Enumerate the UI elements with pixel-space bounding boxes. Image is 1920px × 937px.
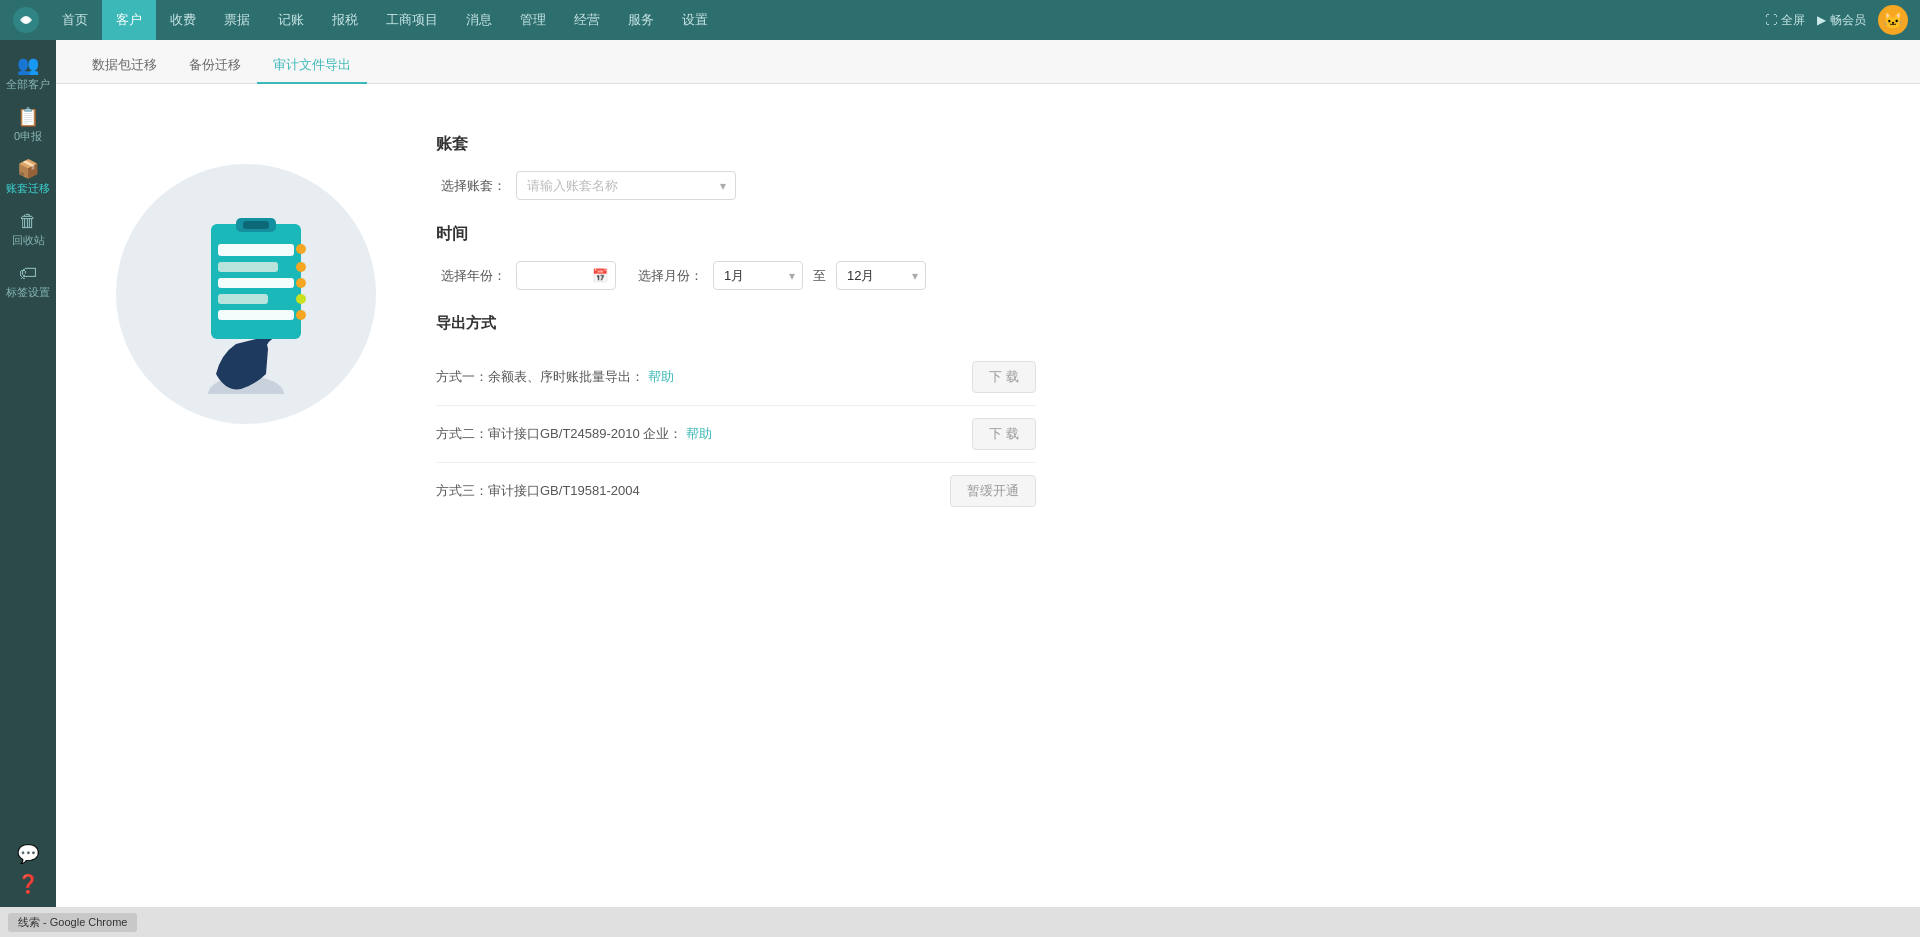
export-method-2-label: 方式二：审计接口GB/T24589-2010 企业： 帮助: [436, 425, 712, 443]
nav-items: 首页 客户 收费 票据 记账 报税 工商项目 消息 管理 经营 服务 设置: [48, 0, 722, 40]
time-separator: 至: [813, 267, 826, 285]
svg-rect-5: [218, 262, 278, 272]
export-method-3-coming-soon-button: 暂缓开通: [950, 475, 1036, 507]
export-method-2: 方式二：审计接口GB/T24589-2010 企业： 帮助 下 载: [436, 406, 1036, 463]
sidebar-bottom: 💬 ❓: [17, 843, 39, 895]
sidebar-item-label-zero-declare: 0申报: [14, 129, 42, 144]
account-form-row: 选择账套： ▾: [436, 171, 1036, 200]
zero-declare-icon: 📋: [17, 108, 39, 126]
nav-invoice[interactable]: 票据: [210, 0, 264, 40]
nav-manage[interactable]: 管理: [506, 0, 560, 40]
time-section-title: 时间: [436, 224, 1036, 245]
sidebar-item-all-clients[interactable]: 👥 全部客户: [0, 48, 56, 100]
nav-client[interactable]: 客户: [102, 0, 156, 40]
member-label: 畅会员: [1830, 12, 1866, 29]
taskbar-chrome-item[interactable]: 线索 - Google Chrome: [8, 913, 137, 932]
export-method-2-help-link[interactable]: 帮助: [686, 426, 712, 441]
member-button[interactable]: ▶ 畅会员: [1817, 12, 1866, 29]
tab-backup-migration[interactable]: 备份迁移: [173, 48, 257, 84]
nav-bookkeeping[interactable]: 记账: [264, 0, 318, 40]
year-input[interactable]: 2023: [516, 261, 616, 290]
account-input[interactable]: [516, 171, 736, 200]
taskbar: 线索 - Google Chrome: [0, 907, 1920, 937]
nav-fee[interactable]: 收费: [156, 0, 210, 40]
recycle-icon: 🗑: [19, 212, 37, 230]
nav-service[interactable]: 服务: [614, 0, 668, 40]
form-area: 账套 选择账套： ▾ 时间 选择年份： 2023 📅 选择月份: [436, 124, 1036, 867]
help-icon[interactable]: ❓: [17, 873, 39, 895]
svg-point-1: [23, 17, 29, 23]
export-method-1-label: 方式一：余额表、序时账批量导出： 帮助: [436, 368, 674, 386]
svg-rect-8: [218, 310, 294, 320]
sidebar-item-label-tag-settings: 标签设置: [6, 285, 50, 300]
svg-point-12: [296, 294, 306, 304]
sidebar-item-recycle[interactable]: 🗑 回收站: [0, 204, 56, 256]
export-method-3-label: 方式三：审计接口GB/T19581-2004: [436, 482, 640, 500]
end-month-select[interactable]: 1月2月3月 4月5月6月 7月8月9月 10月11月12月: [836, 261, 926, 290]
nav-operate[interactable]: 经营: [560, 0, 614, 40]
year-input-wrapper: 2023 📅: [516, 261, 616, 290]
sidebar-item-label-all-clients: 全部客户: [6, 77, 50, 92]
app-logo: [8, 2, 44, 38]
export-method-1-download-button[interactable]: 下 载: [972, 361, 1036, 393]
export-method-1-help-link[interactable]: 帮助: [648, 369, 674, 384]
tab-audit-export[interactable]: 审计文件导出: [257, 48, 367, 84]
content-area: 数据包迁移 备份迁移 审计文件导出: [56, 40, 1920, 907]
all-clients-icon: 👥: [17, 56, 39, 74]
export-section: 导出方式 方式一：余额表、序时账批量导出： 帮助 下 载 方式二：审计接口GB/…: [436, 314, 1036, 519]
start-month-select[interactable]: 1月2月3月 4月5月6月 7月8月9月 10月11月12月: [713, 261, 803, 290]
fullscreen-label: 全屏: [1781, 12, 1805, 29]
main-layout: 👥 全部客户 📋 0申报 📦 账套迁移 🗑 回收站 🏷 标签设置 💬 ❓ 数据包…: [0, 40, 1920, 907]
month-label: 选择月份：: [638, 267, 703, 285]
account-section-title: 账套: [436, 134, 1036, 155]
sidebar-item-zero-declare[interactable]: 📋 0申报: [0, 100, 56, 152]
svg-point-10: [296, 262, 306, 272]
member-icon: ▶: [1817, 13, 1826, 27]
svg-rect-7: [218, 294, 268, 304]
sidebar-item-tag-settings[interactable]: 🏷 标签设置: [0, 256, 56, 308]
chat-icon[interactable]: 💬: [17, 843, 39, 865]
export-method-1: 方式一：余额表、序时账批量导出： 帮助 下 载: [436, 349, 1036, 406]
nav-settings[interactable]: 设置: [668, 0, 722, 40]
svg-rect-4: [218, 244, 294, 256]
export-section-title: 导出方式: [436, 314, 1036, 333]
nav-tax[interactable]: 报税: [318, 0, 372, 40]
svg-point-11: [296, 278, 306, 288]
end-month-wrapper: 1月2月3月 4月5月6月 7月8月9月 10月11月12月 ▾: [836, 261, 926, 290]
nav-business[interactable]: 工商项目: [372, 0, 452, 40]
account-label: 选择账套：: [436, 177, 506, 195]
svg-rect-6: [218, 278, 294, 288]
tab-bar: 数据包迁移 备份迁移 审计文件导出: [56, 40, 1920, 84]
page-content: 账套 选择账套： ▾ 时间 选择年份： 2023 📅 选择月份: [56, 84, 1920, 907]
avatar[interactable]: 🐱: [1878, 5, 1908, 35]
sidebar-item-label-recycle: 回收站: [12, 233, 45, 248]
export-method-3: 方式三：审计接口GB/T19581-2004 暂缓开通: [436, 463, 1036, 519]
svg-point-13: [296, 310, 306, 320]
sidebar: 👥 全部客户 📋 0申报 📦 账套迁移 🗑 回收站 🏷 标签设置 💬 ❓: [0, 40, 56, 907]
export-method-2-download-button[interactable]: 下 载: [972, 418, 1036, 450]
nav-message[interactable]: 消息: [452, 0, 506, 40]
illustration-area: [116, 124, 376, 867]
year-label: 选择年份：: [436, 267, 506, 285]
start-month-wrapper: 1月2月3月 4月5月6月 7月8月9月 10月11月12月 ▾: [713, 261, 803, 290]
nav-right: ⛶ 全屏 ▶ 畅会员 🐱: [1765, 5, 1908, 35]
top-nav: 首页 客户 收费 票据 记账 报税 工商项目 消息 管理 经营 服务 设置 ⛶ …: [0, 0, 1920, 40]
account-select-wrapper: ▾: [516, 171, 736, 200]
tab-data-migration[interactable]: 数据包迁移: [76, 48, 173, 84]
svg-rect-15: [243, 221, 269, 229]
svg-point-9: [296, 244, 306, 254]
tag-settings-icon: 🏷: [19, 264, 37, 282]
fullscreen-button[interactable]: ⛶ 全屏: [1765, 12, 1805, 29]
sidebar-item-label-migration: 账套迁移: [6, 181, 50, 196]
nav-home[interactable]: 首页: [48, 0, 102, 40]
illustration-circle: [116, 164, 376, 424]
sidebar-item-migration[interactable]: 📦 账套迁移: [0, 152, 56, 204]
time-form-row: 选择年份： 2023 📅 选择月份： 1月2月3月 4月5月6月 7月8月9月 …: [436, 261, 1036, 290]
fullscreen-icon: ⛶: [1765, 13, 1777, 27]
migration-icon: 📦: [17, 160, 39, 178]
